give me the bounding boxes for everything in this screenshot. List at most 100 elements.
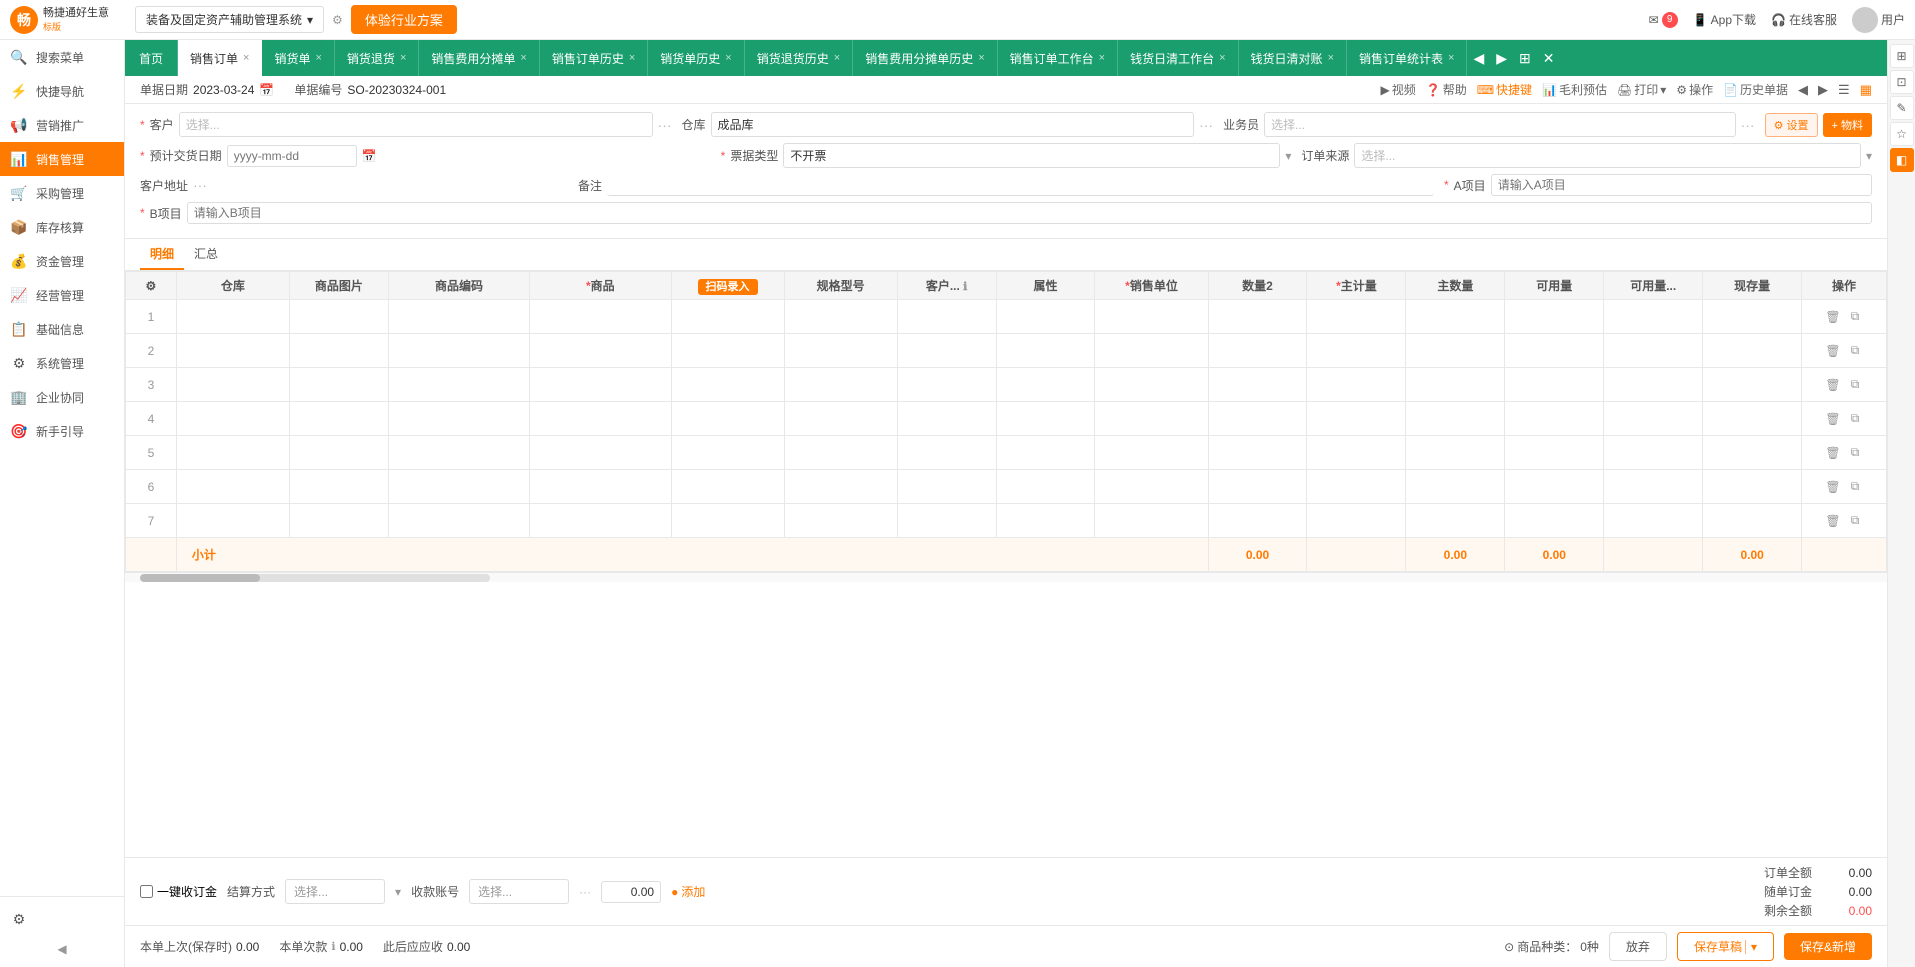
tab-close-sales-report[interactable]: × xyxy=(1448,52,1454,64)
row2-scan[interactable] xyxy=(671,334,784,368)
row2-attributes[interactable] xyxy=(996,334,1095,368)
row1-copy-icon[interactable]: ⧉ xyxy=(1846,308,1864,326)
row6-spec[interactable] xyxy=(784,470,897,504)
row6-customer-code[interactable] xyxy=(897,470,996,504)
bank-account-input[interactable]: 选择... xyxy=(469,879,569,904)
agent-input[interactable]: 选择... xyxy=(1264,112,1736,137)
right-panel-icon-1[interactable]: ⊞ xyxy=(1890,44,1914,68)
save-draft-btn[interactable]: 保存草稿 ▾ xyxy=(1677,932,1774,961)
row6-attributes[interactable] xyxy=(996,470,1095,504)
row7-product-img[interactable] xyxy=(289,504,388,538)
settings-icon[interactable]: ⚙ xyxy=(332,13,343,27)
row7-attributes[interactable] xyxy=(996,504,1095,538)
row4-qty2[interactable] xyxy=(1208,402,1307,436)
row7-scan[interactable] xyxy=(671,504,784,538)
row1-main-unit[interactable] xyxy=(1307,300,1406,334)
profit-btn[interactable]: 📊 毛利预估 xyxy=(1542,81,1607,98)
row4-attributes[interactable] xyxy=(996,402,1095,436)
row3-actions[interactable]: 🗑 ⧉ xyxy=(1802,368,1887,402)
row6-copy-icon[interactable]: ⧉ xyxy=(1846,478,1864,496)
tab-close-sales-workbench[interactable]: × xyxy=(1099,52,1105,64)
history-btn[interactable]: 📄 历史单据 xyxy=(1723,81,1788,98)
add-material-btn[interactable]: + 物料 xyxy=(1823,113,1872,137)
date-pick-icon[interactable]: 📅 xyxy=(362,149,377,163)
right-panel-icon-3[interactable]: ✎ xyxy=(1890,96,1914,120)
row4-available2[interactable] xyxy=(1604,402,1703,436)
row5-warehouse[interactable] xyxy=(176,436,289,470)
settings-float-btn[interactable]: ⚙ 设置 xyxy=(1765,113,1818,137)
row2-sales-unit[interactable] xyxy=(1095,334,1208,368)
tab-close-sales-order[interactable]: × xyxy=(243,52,249,64)
sidebar-item-sales[interactable]: 📊 销售管理 xyxy=(0,142,124,176)
row7-sales-unit[interactable] xyxy=(1095,504,1208,538)
row7-actions[interactable]: 🗑 ⧉ xyxy=(1802,504,1887,538)
row1-stock[interactable] xyxy=(1703,300,1802,334)
row4-warehouse[interactable] xyxy=(176,402,289,436)
row3-available2[interactable] xyxy=(1604,368,1703,402)
row6-actions[interactable]: 🗑 ⧉ xyxy=(1802,470,1887,504)
system-title[interactable]: 装备及固定资产辅助管理系统 ▾ xyxy=(135,6,324,33)
row4-copy-icon[interactable]: ⧉ xyxy=(1846,410,1864,428)
row5-available[interactable] xyxy=(1505,436,1604,470)
online-service-btn[interactable]: 🎧 在线客服 xyxy=(1771,11,1837,28)
user-menu[interactable]: 用户 xyxy=(1852,7,1905,33)
tab-close-all-btn[interactable]: ✕ xyxy=(1537,50,1561,67)
tab-daily-workbench[interactable]: 钱货日清工作台 × xyxy=(1118,40,1238,76)
row6-main-qty[interactable] xyxy=(1406,470,1505,504)
row4-available[interactable] xyxy=(1505,402,1604,436)
sidebar-item-system[interactable]: ⚙ 系统管理 xyxy=(0,346,124,380)
row6-product-img[interactable] xyxy=(289,470,388,504)
row7-delete-icon[interactable]: 🗑 xyxy=(1824,512,1842,530)
row3-attributes[interactable] xyxy=(996,368,1095,402)
row7-customer-code[interactable] xyxy=(897,504,996,538)
sidebar-item-base-info[interactable]: 📋 基础信息 xyxy=(0,312,124,346)
list-view-btn[interactable]: ☰ xyxy=(1838,82,1850,98)
tab-home[interactable]: 首页 xyxy=(125,40,178,76)
row5-attributes[interactable] xyxy=(996,436,1095,470)
col-scan[interactable]: 扫码录入 xyxy=(671,272,784,300)
row7-stock[interactable] xyxy=(1703,504,1802,538)
row7-warehouse[interactable] xyxy=(176,504,289,538)
nav-prev[interactable]: ◀ xyxy=(1798,82,1808,98)
row1-product-code[interactable] xyxy=(388,300,529,334)
row6-delete-icon[interactable]: 🗑 xyxy=(1824,478,1842,496)
app-download-btn[interactable]: 📱 App下载 xyxy=(1693,11,1756,28)
discard-btn[interactable]: 放弃 xyxy=(1609,932,1667,961)
row5-product[interactable] xyxy=(530,436,671,470)
sidebar-item-search[interactable]: 🔍 搜索菜单 xyxy=(0,40,124,74)
row1-attributes[interactable] xyxy=(996,300,1095,334)
row1-customer-code[interactable] xyxy=(897,300,996,334)
row3-stock[interactable] xyxy=(1703,368,1802,402)
row3-copy-icon[interactable]: ⧉ xyxy=(1846,376,1864,394)
row5-sales-unit[interactable] xyxy=(1095,436,1208,470)
row7-available[interactable] xyxy=(1505,504,1604,538)
right-panel-icon-5[interactable]: ◧ xyxy=(1890,148,1914,172)
right-panel-icon-2[interactable]: ⊡ xyxy=(1890,70,1914,94)
row1-delete-icon[interactable]: 🗑 xyxy=(1824,308,1842,326)
row3-scan[interactable] xyxy=(671,368,784,402)
row3-spec[interactable] xyxy=(784,368,897,402)
row7-spec[interactable] xyxy=(784,504,897,538)
row3-product-img[interactable] xyxy=(289,368,388,402)
tab-close-expense-history[interactable]: × xyxy=(978,52,984,64)
row2-available2[interactable] xyxy=(1604,334,1703,368)
sidebar-collapse-btn[interactable]: ◀ xyxy=(0,936,124,962)
row4-scan[interactable] xyxy=(671,402,784,436)
row7-copy-icon[interactable]: ⧉ xyxy=(1846,512,1864,530)
row6-warehouse[interactable] xyxy=(176,470,289,504)
tab-close-return-history[interactable]: × xyxy=(834,52,840,64)
scrollbar-thumb[interactable] xyxy=(140,574,260,582)
sidebar-item-operations[interactable]: 📈 经营管理 xyxy=(0,278,124,312)
sidebar-item-purchase[interactable]: 🛒 采购管理 xyxy=(0,176,124,210)
message-btn[interactable]: ✉ 9 ✉ xyxy=(1649,12,1678,28)
row2-customer-code[interactable] xyxy=(897,334,996,368)
row5-product-img[interactable] xyxy=(289,436,388,470)
row7-main-unit[interactable] xyxy=(1307,504,1406,538)
print-btn[interactable]: 🖨 打印 ▾ xyxy=(1617,81,1666,98)
row1-warehouse[interactable] xyxy=(176,300,289,334)
row2-product[interactable] xyxy=(530,334,671,368)
sidebar-item-finance[interactable]: 💰 资金管理 xyxy=(0,244,124,278)
row2-delete-icon[interactable]: 🗑 xyxy=(1824,342,1842,360)
tab-return-history[interactable]: 销货退货历史 × xyxy=(745,40,853,76)
sidebar-item-enterprise[interactable]: 🏢 企业协同 xyxy=(0,380,124,414)
